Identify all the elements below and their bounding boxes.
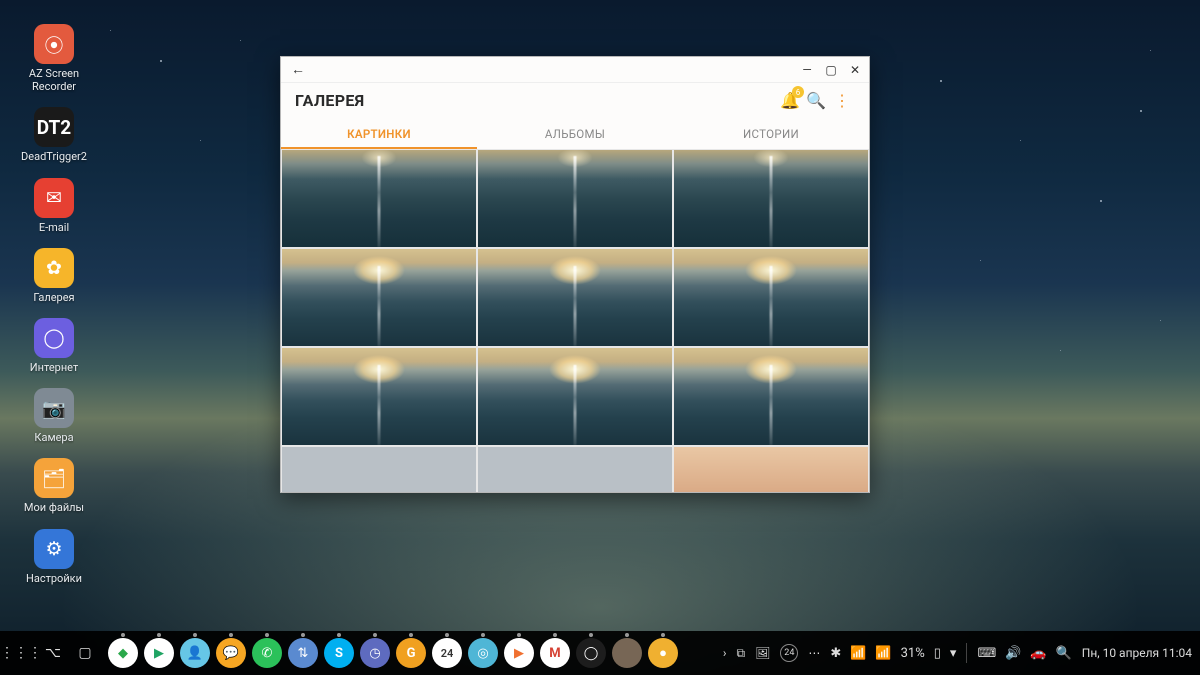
app-header: ГАЛЕРЕЯ 🔔 6 🔍 ⋮ <box>281 83 869 121</box>
camera-icon: 📷 <box>34 388 74 428</box>
search-button[interactable]: 🔍 <box>803 87 829 113</box>
signal-icon[interactable]: 📶 <box>875 646 891 661</box>
photo-thumbnail[interactable] <box>282 150 476 247</box>
desktop-icon-label: AZ Screen Recorder <box>18 67 90 93</box>
taskbar-tray: › ⧉ 🖼 24 ⋯ ✱ 📶 📶 31% ▯ ▾ ⌨ 🔊 🚗 🔍 Пн, 10 … <box>723 643 1192 663</box>
taskbar-app-contacts[interactable]: 👤 <box>180 638 210 668</box>
taskbar-app-messages[interactable]: 💬 <box>216 638 246 668</box>
tab-pictures[interactable]: КАРТИНКИ <box>281 121 477 149</box>
deadtrigger2-icon: DT2 <box>34 107 74 147</box>
taskbar-app-play-store[interactable]: ▶ <box>144 638 174 668</box>
photo-thumbnail[interactable] <box>674 249 868 346</box>
taskbar-app-oculus[interactable]: ◯ <box>576 638 606 668</box>
apps-grid-button[interactable]: ⋮⋮⋮ <box>8 640 34 666</box>
tray-expand-icon[interactable]: › <box>723 646 727 660</box>
photo-thumbnail[interactable] <box>478 447 672 492</box>
desktop-icon-internet[interactable]: ◯ Интернет <box>18 318 90 374</box>
desktop-icon-camera[interactable]: 📷 Камера <box>18 388 90 444</box>
recents-button[interactable]: ⌥ <box>40 640 66 666</box>
gallery-window: ← — ▢ ✕ ГАЛЕРЕЯ 🔔 6 🔍 ⋮ КАРТИНКИ АЛЬБОМЫ… <box>280 56 870 493</box>
desktop-icon-deadtrigger2[interactable]: DT2 DeadTrigger2 <box>18 107 90 163</box>
desktop-icon-label: Настройки <box>26 572 82 585</box>
desktop-icon-label: Интернет <box>30 361 78 374</box>
wifi-icon[interactable]: 📶 <box>850 646 866 661</box>
taskbar-app-clock[interactable]: ◷ <box>360 638 390 668</box>
chevron-down-icon[interactable]: ▾ <box>950 646 957 661</box>
gallery-icon: ✿ <box>34 248 74 288</box>
screenshot-icon[interactable]: ⧉ <box>737 646 746 661</box>
volume-icon[interactable]: 🔊 <box>1005 646 1021 661</box>
gear-icon: ⚙ <box>34 529 74 569</box>
quick-settings-icons: ⌨ 🔊 🚗 🔍 <box>977 646 1071 661</box>
window-titlebar[interactable]: ← — ▢ ✕ <box>281 57 869 83</box>
folder-icon: 🗂 <box>34 458 74 498</box>
photo-thumbnail[interactable] <box>674 447 868 492</box>
photo-thumbnail[interactable] <box>282 447 476 492</box>
desktop-icon-settings[interactable]: ⚙ Настройки <box>18 529 90 585</box>
desktop-icon-files[interactable]: 🗂 Мои файлы <box>18 458 90 514</box>
taskbar-app-avatar[interactable] <box>612 638 642 668</box>
tray-separator <box>966 643 967 663</box>
photo-thumbnail[interactable] <box>478 348 672 445</box>
taskbar-app-play-music[interactable]: ▶ <box>504 638 534 668</box>
taskbar-app-browser[interactable]: ● <box>648 638 678 668</box>
thumbnail-grid <box>281 149 869 492</box>
desktop-icon-az-screen-recorder[interactable]: ⦿ AZ Screen Recorder <box>18 24 90 93</box>
desktop-icon-label: Мои файлы <box>24 501 84 514</box>
email-icon: ✉ <box>34 178 74 218</box>
tab-stories[interactable]: ИСТОРИИ <box>673 121 869 149</box>
close-button[interactable]: ✕ <box>847 62 863 78</box>
taskbar-app-calendar[interactable]: 24 <box>432 638 462 668</box>
calendar-badge-icon[interactable]: 24 <box>780 644 798 662</box>
back-button[interactable]: ← <box>287 61 309 78</box>
image-icon[interactable]: 🖼 <box>755 646 770 660</box>
desktop-icon-label: Камера <box>34 431 73 444</box>
task-view-button[interactable]: ▢ <box>72 640 98 666</box>
status-icons: ✱ 📶 📶 31% ▯ ▾ <box>830 646 956 661</box>
camera-rec-icon: ⦿ <box>34 24 74 64</box>
window-controls: — ▢ ✕ <box>799 62 863 78</box>
keyboard-icon[interactable]: ⌨ <box>977 646 996 661</box>
taskbar-system-buttons: ⋮⋮⋮ ⌥ ▢ <box>8 640 98 666</box>
photo-thumbnail[interactable] <box>478 150 672 247</box>
car-mode-icon[interactable]: 🚗 <box>1030 646 1046 661</box>
minimize-button[interactable]: — <box>799 62 815 78</box>
search-icon: 🔍 <box>806 91 826 110</box>
notifications-button[interactable]: 🔔 6 <box>777 87 803 113</box>
photo-thumbnail[interactable] <box>674 150 868 247</box>
maximize-button[interactable]: ▢ <box>823 62 839 78</box>
desktop-icon-label: E-mail <box>39 221 69 234</box>
taskbar-app-bixby[interactable]: ◎ <box>468 638 498 668</box>
desktop-icons: ⦿ AZ Screen Recorder DT2 DeadTrigger2 ✉ … <box>18 24 90 585</box>
taskbar-app-phone[interactable]: ✆ <box>252 638 282 668</box>
battery-icon: ▯ <box>934 646 941 661</box>
taskbar-app-skype[interactable]: S <box>324 638 354 668</box>
battery-label: 31% <box>901 646 925 661</box>
taskbar-clock[interactable]: Пн, 10 апреля 11:04 <box>1082 646 1192 660</box>
search-icon[interactable]: 🔍 <box>1056 646 1072 661</box>
more-button[interactable]: ⋮ <box>829 87 855 113</box>
app-title: ГАЛЕРЕЯ <box>295 91 364 110</box>
bluetooth-icon[interactable]: ✱ <box>830 646 841 661</box>
desktop-icon-gallery[interactable]: ✿ Галерея <box>18 248 90 304</box>
photo-thumbnail[interactable] <box>674 348 868 445</box>
desktop-icon-label: Галерея <box>33 291 74 304</box>
taskbar-pinned-apps: ◆ ▶ 👤 💬 ✆ ⇅ S ◷ G 24 ◎ ▶ M ◯ ● <box>108 638 678 668</box>
kebab-icon: ⋮ <box>834 91 850 110</box>
taskbar: ⋮⋮⋮ ⌥ ▢ ◆ ▶ 👤 💬 ✆ ⇅ S ◷ G 24 ◎ ▶ M ◯ ● ›… <box>0 631 1200 675</box>
taskbar-app-drive[interactable]: ◆ <box>108 638 138 668</box>
photo-thumbnail[interactable] <box>282 249 476 346</box>
desktop-icon-label: DeadTrigger2 <box>21 150 87 163</box>
overflow-icon[interactable]: ⋯ <box>808 646 820 660</box>
desktop-icon-email[interactable]: ✉ E-mail <box>18 178 90 234</box>
tab-albums[interactable]: АЛЬБОМЫ <box>477 121 673 149</box>
taskbar-app-gmail[interactable]: M <box>540 638 570 668</box>
taskbar-app-geo[interactable]: G <box>396 638 426 668</box>
taskbar-app-file-transfer[interactable]: ⇅ <box>288 638 318 668</box>
photo-thumbnail[interactable] <box>282 348 476 445</box>
photo-thumbnail[interactable] <box>478 249 672 346</box>
tab-bar: КАРТИНКИ АЛЬБОМЫ ИСТОРИИ <box>281 121 869 149</box>
internet-icon: ◯ <box>34 318 74 358</box>
